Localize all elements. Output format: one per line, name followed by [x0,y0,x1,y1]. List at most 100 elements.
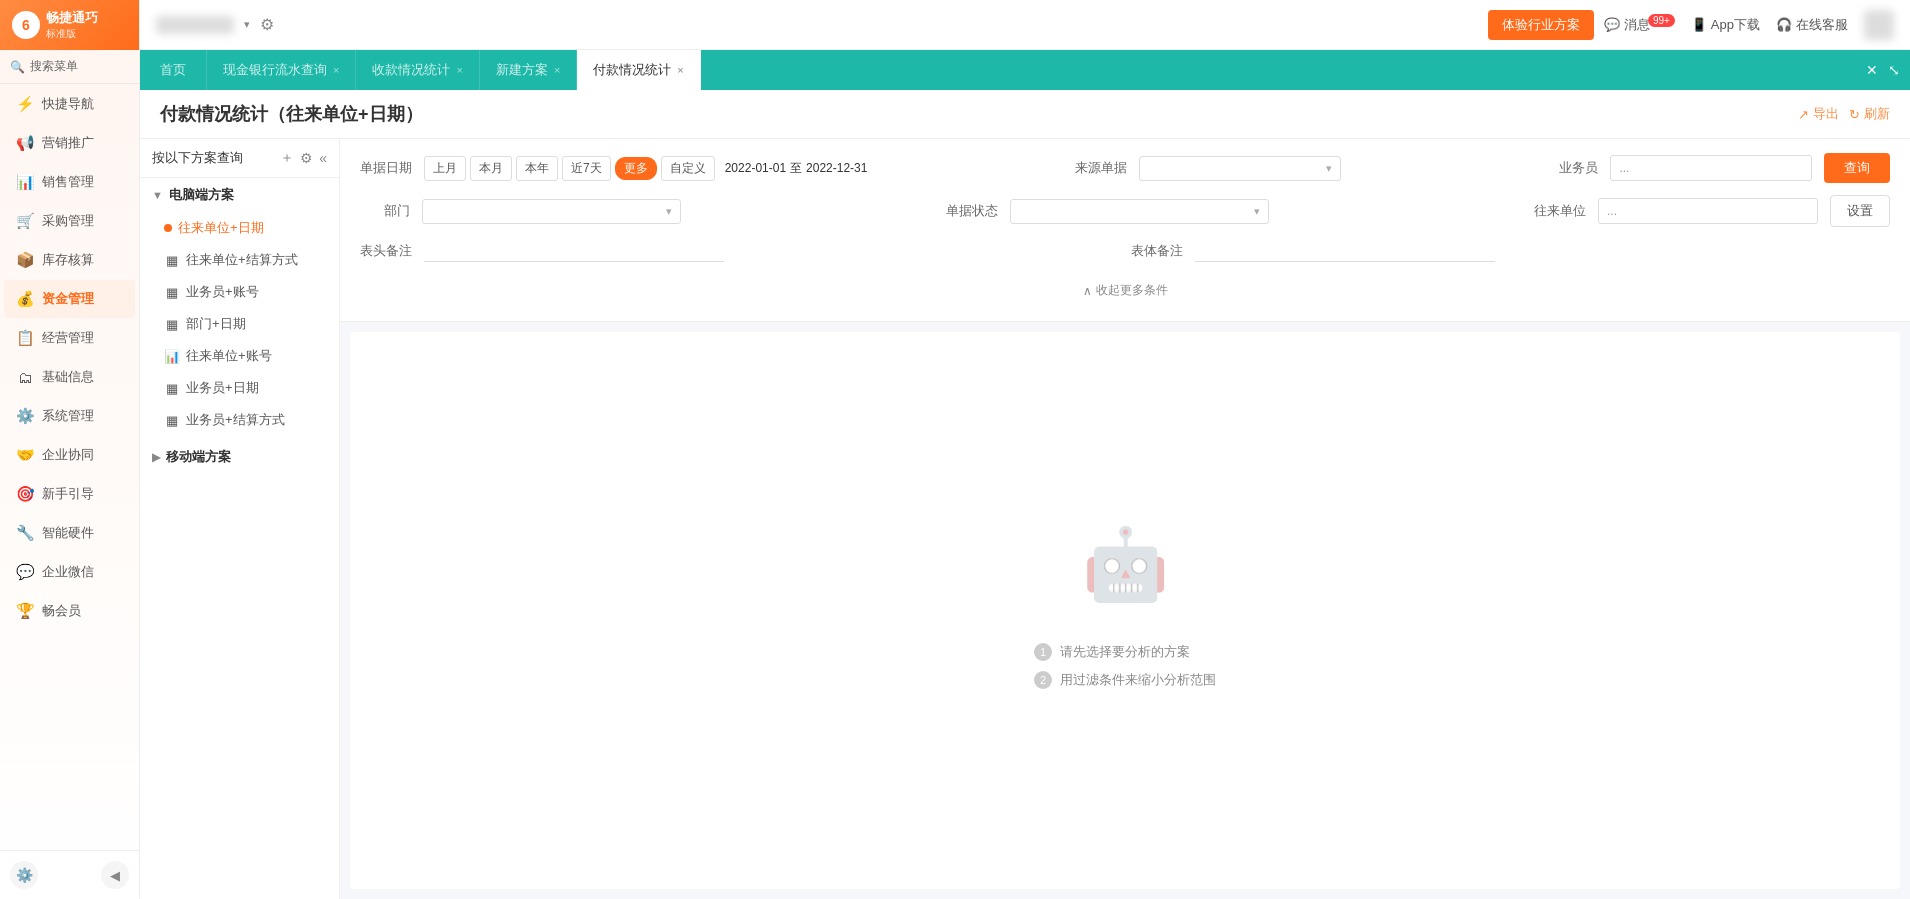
tab-payment-stats-close[interactable]: × [677,64,683,76]
topbar: 某某公司名称 ▾ ⚙ 体验行业方案 💬 消息 99+ 📱 App下载 🎧 在线客… [140,0,1910,50]
search-menu-label: 搜索菜单 [30,58,78,75]
header-note-input[interactable] [424,239,724,262]
refresh-button[interactable]: ↻ 刷新 [1849,105,1890,123]
plan-item-label: 往来单位+日期 [178,219,264,237]
sidebar-item-label: 采购管理 [42,212,94,230]
sidebar-item-cooperation[interactable]: 🤝 企业协同 [4,436,135,474]
sidebar-item-inventory[interactable]: 📦 库存核算 [4,241,135,279]
tab-receipt-stats[interactable]: 收款情况统计 × [356,50,479,90]
tab-home-label: 首页 [160,61,186,79]
sidebar-item-sales[interactable]: 📊 销售管理 [4,163,135,201]
step-num-1: 1 [1034,643,1052,661]
doc-status-select[interactable]: ▾ [1010,199,1269,224]
source-doc-select[interactable]: ▾ [1139,156,1341,181]
scheme-settings-icon[interactable]: ⚙ [300,150,313,166]
export-button[interactable]: ↗ 导出 [1798,105,1839,123]
source-doc-chevron: ▾ [1326,162,1332,175]
sidebar: 6 畅捷通巧 标准版 🔍 搜索菜单 ⚡ 快捷导航 📢 营销推广 📊 销售管理 🛒… [0,0,140,899]
app-version: 标准版 [46,27,98,41]
staff-label: 业务员 [1548,159,1598,177]
tab-receipt-stats-close[interactable]: × [456,64,462,76]
messages-button[interactable]: 💬 消息 99+ [1604,16,1675,34]
filter-area: 单据日期 上月 本月 本年 近7天 更多 自定义 2022-01-01 至 20 [340,139,1910,322]
sidebar-collapse-button[interactable]: ◀ [101,861,129,889]
sidebar-item-finance[interactable]: 💰 资金管理 [4,280,135,318]
partner-label: 往来单位 [1534,202,1586,220]
last-month-btn[interactable]: 上月 [424,156,466,181]
settings-footer-icon[interactable]: ⚙️ [10,861,38,889]
tab-bank-flow-close[interactable]: × [333,64,339,76]
tab-bank-flow[interactable]: 现金银行流水查询 × [207,50,356,90]
topbar-settings-icon[interactable]: ⚙ [260,15,274,34]
export-icon: ↗ [1798,107,1809,122]
user-avatar[interactable] [1864,10,1894,40]
tab-payment-stats[interactable]: 付款情况统计 × [577,50,700,90]
tab-expand-icon[interactable]: ⤡ [1888,62,1900,78]
filter-row-3: 表头备注 表体备注 [360,239,1890,262]
plan-item-unit-account[interactable]: 📊 往来单位+账号 [140,340,339,372]
collapse-conditions-button[interactable]: ∧ 收起更多条件 [360,274,1890,307]
custom-date-btn[interactable]: 自定义 [661,156,715,181]
add-scheme-icon[interactable]: ＋ [280,149,294,167]
doc-status-chevron: ▾ [1254,205,1260,218]
this-month-btn[interactable]: 本月 [470,156,512,181]
service-icon: 🎧 [1776,17,1792,32]
left-panel-icons: ＋ ⚙ « [280,149,327,167]
doc-status-label: 单据状态 [946,202,998,220]
purchase-icon: 🛒 [16,212,34,230]
app-name: 畅捷通巧 [46,9,98,27]
sidebar-item-system[interactable]: ⚙️ 系统管理 [4,397,135,435]
sidebar-item-basic-info[interactable]: 🗂 基础信息 [4,358,135,396]
logo-icon: 6 [12,11,40,39]
sidebar-item-business[interactable]: 📋 经营管理 [4,319,135,357]
sidebar-item-guide[interactable]: 🎯 新手引导 [4,475,135,513]
sidebar-item-purchase[interactable]: 🛒 采购管理 [4,202,135,240]
trial-industry-button[interactable]: 体验行业方案 [1488,10,1594,40]
query-button[interactable]: 查询 [1824,153,1890,183]
plan-item-dept-date[interactable]: ▦ 部门+日期 [140,308,339,340]
sidebar-item-quick-nav[interactable]: ⚡ 快捷导航 [4,85,135,123]
sidebar-item-vip[interactable]: 🏆 畅会员 [4,592,135,630]
company-dropdown-icon[interactable]: ▾ [244,18,250,31]
partner-select[interactable]: ... [1598,198,1818,224]
tab-home[interactable]: 首页 [140,50,207,90]
date-buttons: 上月 本月 本年 近7天 更多 自定义 2022-01-01 至 2022-12… [424,156,867,181]
left-panel: 按以下方案查询 ＋ ⚙ « ▼ 电脑端方案 往来单位+日期 [140,139,340,899]
desktop-section-header[interactable]: ▼ 电脑端方案 [140,178,339,212]
plan-item-staff-date[interactable]: ▦ 业务员+日期 [140,372,339,404]
staff-select[interactable]: ... [1610,155,1812,181]
refresh-label: 刷新 [1864,105,1890,123]
search-menu-item[interactable]: 🔍 搜索菜单 [0,50,139,84]
page-header: 付款情况统计（往来单位+日期） ↗ 导出 ↻ 刷新 [140,90,1910,139]
plan-item-staff-payment[interactable]: ▦ 业务员+结算方式 [140,404,339,436]
plan-item-staff-account[interactable]: ▦ 业务员+账号 [140,276,339,308]
last-7-days-btn[interactable]: 近7天 [562,156,611,181]
settings-button[interactable]: 设置 [1830,195,1890,227]
collapse-left-panel-icon[interactable]: « [319,150,327,166]
tab-bank-flow-label: 现金银行流水查询 [223,61,327,79]
online-service-button[interactable]: 🎧 在线客服 [1776,16,1848,34]
sidebar-item-weixin[interactable]: 💬 企业微信 [4,553,135,591]
mobile-section-header[interactable]: ▶ 移动端方案 [140,440,339,474]
body-note-input[interactable] [1195,239,1495,262]
dept-select[interactable]: ▾ [422,199,681,224]
refresh-icon: ↻ [1849,107,1860,122]
marketing-icon: 📢 [16,134,34,152]
plan-item-unit-date[interactable]: 往来单位+日期 [140,212,339,244]
hardware-icon: 🔧 [16,524,34,542]
plan-item-label: 部门+日期 [186,315,246,333]
this-year-btn[interactable]: 本年 [516,156,558,181]
left-panel-header: 按以下方案查询 ＋ ⚙ « [140,139,339,178]
app-download-button[interactable]: 📱 App下载 [1691,16,1760,34]
more-dates-btn[interactable]: 更多 [615,157,657,180]
tab-new-plan-close[interactable]: × [554,64,560,76]
plan-item-unit-payment[interactable]: ▦ 往来单位+结算方式 [140,244,339,276]
sidebar-title-group: 畅捷通巧 标准版 [46,9,98,41]
date-range-end: 2022-12-31 [806,161,867,175]
sidebar-item-hardware[interactable]: 🔧 智能硬件 [4,514,135,552]
topbar-actions: 💬 消息 99+ 📱 App下载 🎧 在线客服 [1604,10,1894,40]
business-icon: 📋 [16,329,34,347]
tab-close-window-icon[interactable]: ✕ [1866,62,1878,78]
tab-new-plan[interactable]: 新建方案 × [480,50,577,90]
sidebar-item-marketing[interactable]: 📢 营销推广 [4,124,135,162]
